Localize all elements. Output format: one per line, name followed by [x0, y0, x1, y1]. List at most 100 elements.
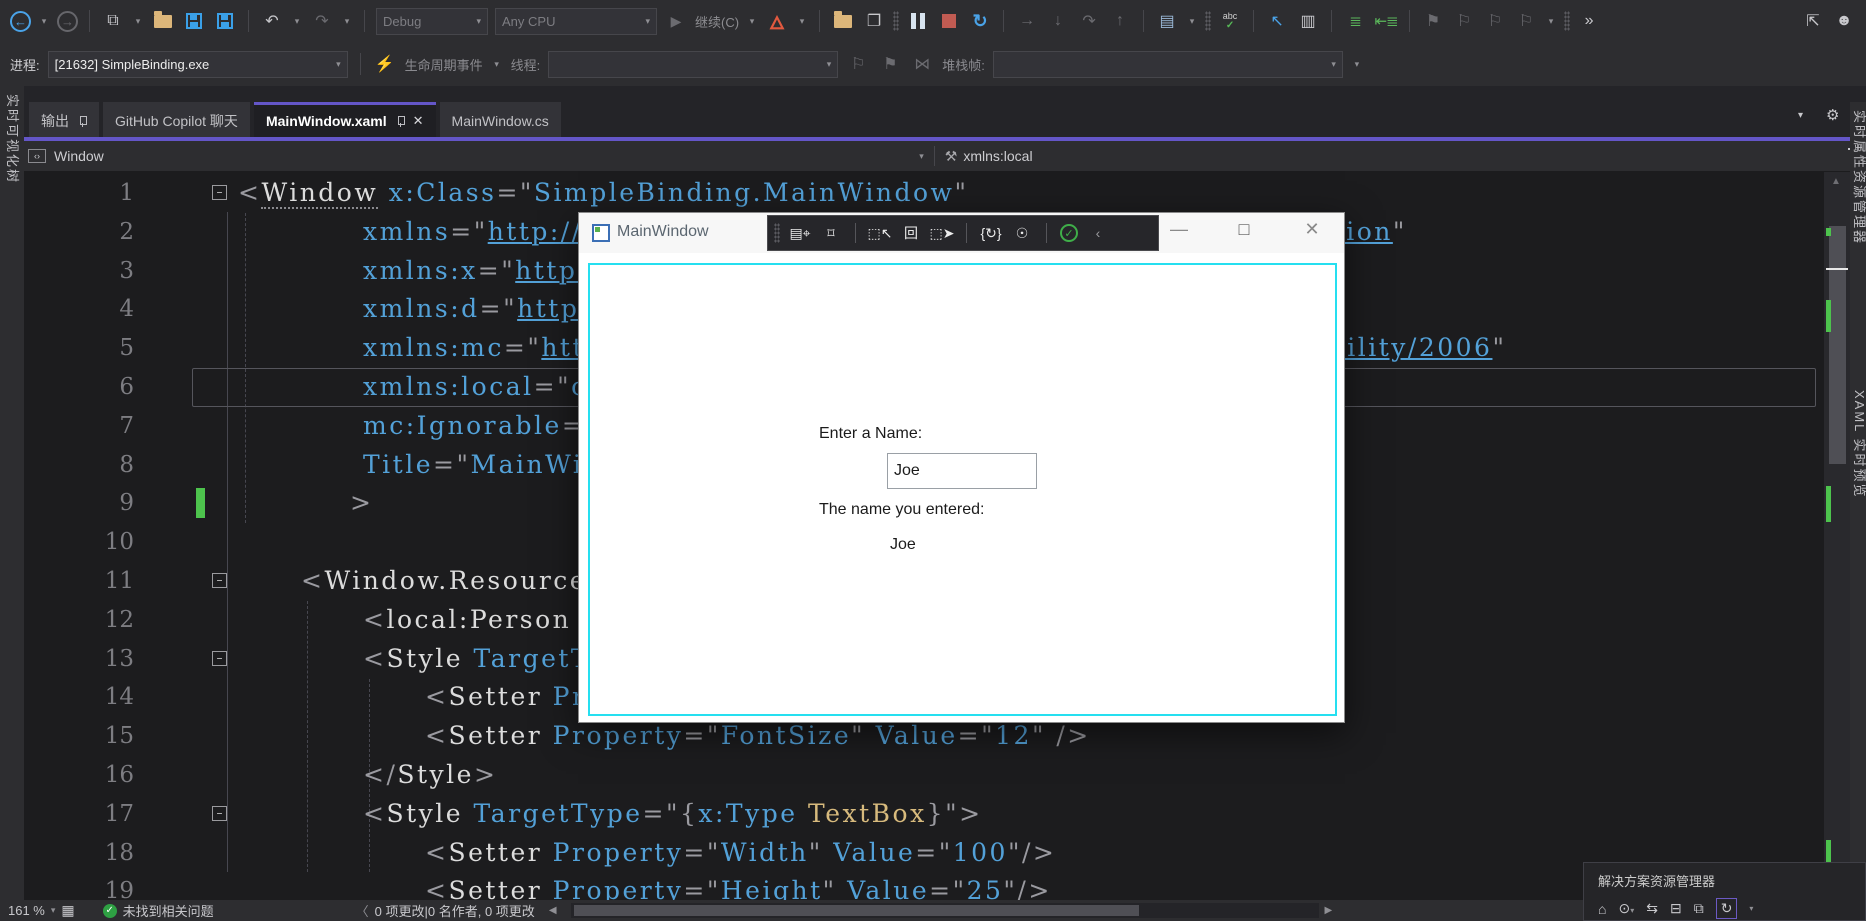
zoom-level[interactable]: 161 %	[8, 903, 45, 918]
bookmark-toggle-icon[interactable]: ⚑	[1421, 9, 1445, 33]
select-element-in-app-icon[interactable]: ⬚↖	[868, 222, 893, 244]
sync-with-active-document-icon[interactable]: ↻	[1715, 898, 1738, 919]
open-in-browser-icon[interactable]: ❐	[862, 9, 886, 33]
share-icon[interactable]: ⇱	[1801, 9, 1825, 33]
pending-changes-filter-icon[interactable]: ⊙▾	[1618, 900, 1634, 917]
redo-dropdown[interactable]: ▾	[341, 9, 353, 33]
navigate-forward-icon[interactable]: →	[57, 10, 78, 32]
continue-play-icon[interactable]: ▶	[664, 9, 688, 33]
tab-list-dropdown[interactable]: ▾	[1798, 110, 1803, 121]
screen-capture-icon[interactable]: ⌑	[820, 222, 842, 244]
tab-mainwindow-xaml[interactable]: MainWindow.xaml ✕	[253, 102, 436, 137]
collapse-all-icon[interactable]: ⊟	[1670, 900, 1682, 917]
fold-collapse-icon[interactable]: –	[212, 572, 227, 588]
document-outline-icon[interactable]: ▥	[1296, 9, 1320, 33]
toolbar-grip[interactable]	[1205, 11, 1212, 31]
step-over-icon[interactable]: ↷	[1077, 9, 1101, 33]
step-into-icon[interactable]: ↓	[1046, 9, 1070, 33]
hot-reload-status-icon[interactable]: {↻}	[980, 222, 1002, 244]
account-icon[interactable]: ☻	[1832, 9, 1856, 33]
breadcrumb-dropdown[interactable]: ▾	[919, 151, 924, 162]
sync-icon[interactable]: ⇆	[1646, 900, 1658, 917]
bookmark-prev-icon[interactable]: ⚐	[1452, 9, 1476, 33]
toolbar-grip[interactable]	[1564, 11, 1571, 31]
continue-button-label[interactable]: 继续(C)	[695, 12, 739, 31]
code-line-17[interactable]: 17 – <Style TargetType="{x:Type TextBox}">	[24, 795, 1824, 834]
bookmark-clear-icon[interactable]: ⚐	[1514, 9, 1538, 33]
flag-custom-icon[interactable]: ⚑	[878, 52, 902, 76]
format-document-icon[interactable]: ≣	[1343, 9, 1367, 33]
lifecycle-lightning-icon[interactable]: ⚡	[373, 52, 397, 76]
bookmark-dropdown[interactable]: ▾	[1545, 9, 1557, 33]
xml-doc-dropdown[interactable]: ▾	[1186, 9, 1198, 33]
editor-horizontal-scrollbar[interactable]	[570, 903, 1319, 918]
live-visual-tree-tab[interactable]: 实时可视化树	[4, 94, 23, 184]
close-tab-icon[interactable]: ✕	[413, 113, 424, 129]
scroll-left-icon[interactable]: ◀	[549, 905, 557, 916]
collapse-toolbar-icon[interactable]: ‹	[1087, 222, 1109, 244]
step-out-icon[interactable]: ↑	[1108, 9, 1132, 33]
hscrollbar-thumb[interactable]	[573, 905, 1139, 916]
show-next-statement-icon[interactable]: →	[1015, 9, 1039, 33]
code-line-18[interactable]: 18 <Setter Property="Width" Value="100"/>	[24, 834, 1824, 873]
live-property-explorer-tab[interactable]: 实时属性资源管理器	[1851, 110, 1866, 245]
undo-dropdown[interactable]: ▾	[291, 9, 303, 33]
accessibility-checker-icon[interactable]: ☉	[1011, 222, 1033, 244]
undo-icon[interactable]: ↶	[260, 9, 284, 33]
xaml-binding-ok-icon[interactable]: ✓	[1060, 224, 1078, 242]
break-all-icon[interactable]	[906, 9, 930, 33]
restart-icon[interactable]: ↻	[968, 9, 992, 33]
hot-reload-dropdown[interactable]: ▾	[796, 9, 808, 33]
codelens-changes[interactable]: 0 项更改|0 名作者, 0 项更改	[375, 901, 535, 920]
code-map-icon[interactable]: ▦	[61, 902, 74, 919]
fold-collapse-icon[interactable]: –	[212, 805, 227, 821]
save-all-icon[interactable]	[213, 9, 237, 33]
stop-debugging-icon[interactable]	[937, 9, 961, 33]
scroll-up-icon[interactable]: ▲	[1831, 176, 1841, 187]
switch-views-icon[interactable]: ⌂	[1598, 901, 1606, 917]
wpf-app-window[interactable]: MainWindow — □ ✕ ▤⌖ ⌑ ⬚↖ 回 ⬚➤ {↻} ☉ ✓ ‹ …	[578, 212, 1345, 723]
lifecycle-events-label[interactable]: 生命周期事件	[405, 55, 483, 74]
format-selection-icon[interactable]: ⇤≣	[1374, 9, 1398, 33]
continue-dropdown[interactable]: ▾	[746, 9, 758, 33]
show-all-files-icon[interactable]: ⧉	[1694, 900, 1704, 917]
tab-copilot-chat[interactable]: GitHub Copilot 聊天	[103, 102, 250, 137]
solution-platform-dropdown[interactable]: Any CPU ▾	[495, 7, 657, 35]
tab-output[interactable]: 输出	[29, 102, 99, 137]
gear-icon[interactable]: ⚙	[1826, 106, 1839, 124]
code-line-19[interactable]: 19 <Setter Property="Height" Value="25"/>	[24, 872, 1824, 900]
stack-frame-dropdown[interactable]: ▾	[992, 50, 1343, 78]
solution-config-dropdown[interactable]: Debug ▾	[376, 7, 488, 35]
xaml-live-preview-tab[interactable]: XAML 实时预览	[1851, 390, 1866, 499]
breadcrumb-attribute[interactable]: xmlns:local	[963, 148, 1032, 164]
save-icon[interactable]	[182, 9, 206, 33]
code-line-16[interactable]: 16 </Style>	[24, 756, 1824, 795]
pin-icon[interactable]	[77, 116, 87, 127]
pin-icon[interactable]	[395, 116, 405, 127]
navigate-back-dropdown[interactable]: ▾	[38, 9, 50, 33]
scrollbar-thumb[interactable]	[1829, 226, 1846, 464]
codelens-chevron[interactable]: 〈	[356, 901, 369, 920]
xml-doc-icon[interactable]: ▤	[1155, 9, 1179, 33]
code-line-1[interactable]: 1 – <Window x:Class="SimpleBinding.MainWin…	[24, 174, 1824, 213]
go-to-live-visual-tree-icon[interactable]: ▤⌖	[789, 222, 811, 244]
new-window-dropdown[interactable]: ▾	[132, 9, 144, 33]
find-in-files-icon[interactable]	[831, 9, 855, 33]
flag-threads-icon[interactable]: ⚐	[846, 52, 870, 76]
name-textbox[interactable]	[887, 453, 1037, 489]
fold-collapse-icon[interactable]: –	[212, 185, 227, 200]
toolbar-options-dropdown[interactable]: ▾	[1351, 52, 1363, 76]
select-element-icon[interactable]: ↖	[1265, 9, 1289, 33]
scroll-right-icon[interactable]: ▶	[1325, 905, 1333, 916]
show-threads-icon[interactable]: ⋈	[910, 52, 934, 76]
fold-collapse-icon[interactable]: –	[212, 650, 227, 666]
toolbar-overflow-icon[interactable]: »	[1577, 9, 1601, 33]
thread-dropdown[interactable]: ▾	[548, 50, 839, 78]
new-window-icon[interactable]: ⧉	[101, 9, 125, 33]
display-adorners-icon[interactable]: 回	[900, 222, 922, 244]
explorer-overflow-dropdown[interactable]: ▾	[1749, 904, 1753, 913]
spell-check-icon[interactable]: abc ✓	[1218, 9, 1242, 33]
process-dropdown[interactable]: [21632] SimpleBinding.exe ▾	[47, 50, 348, 78]
minimize-button[interactable]: —	[1164, 219, 1194, 240]
lifecycle-dropdown[interactable]: ▾	[491, 52, 503, 76]
